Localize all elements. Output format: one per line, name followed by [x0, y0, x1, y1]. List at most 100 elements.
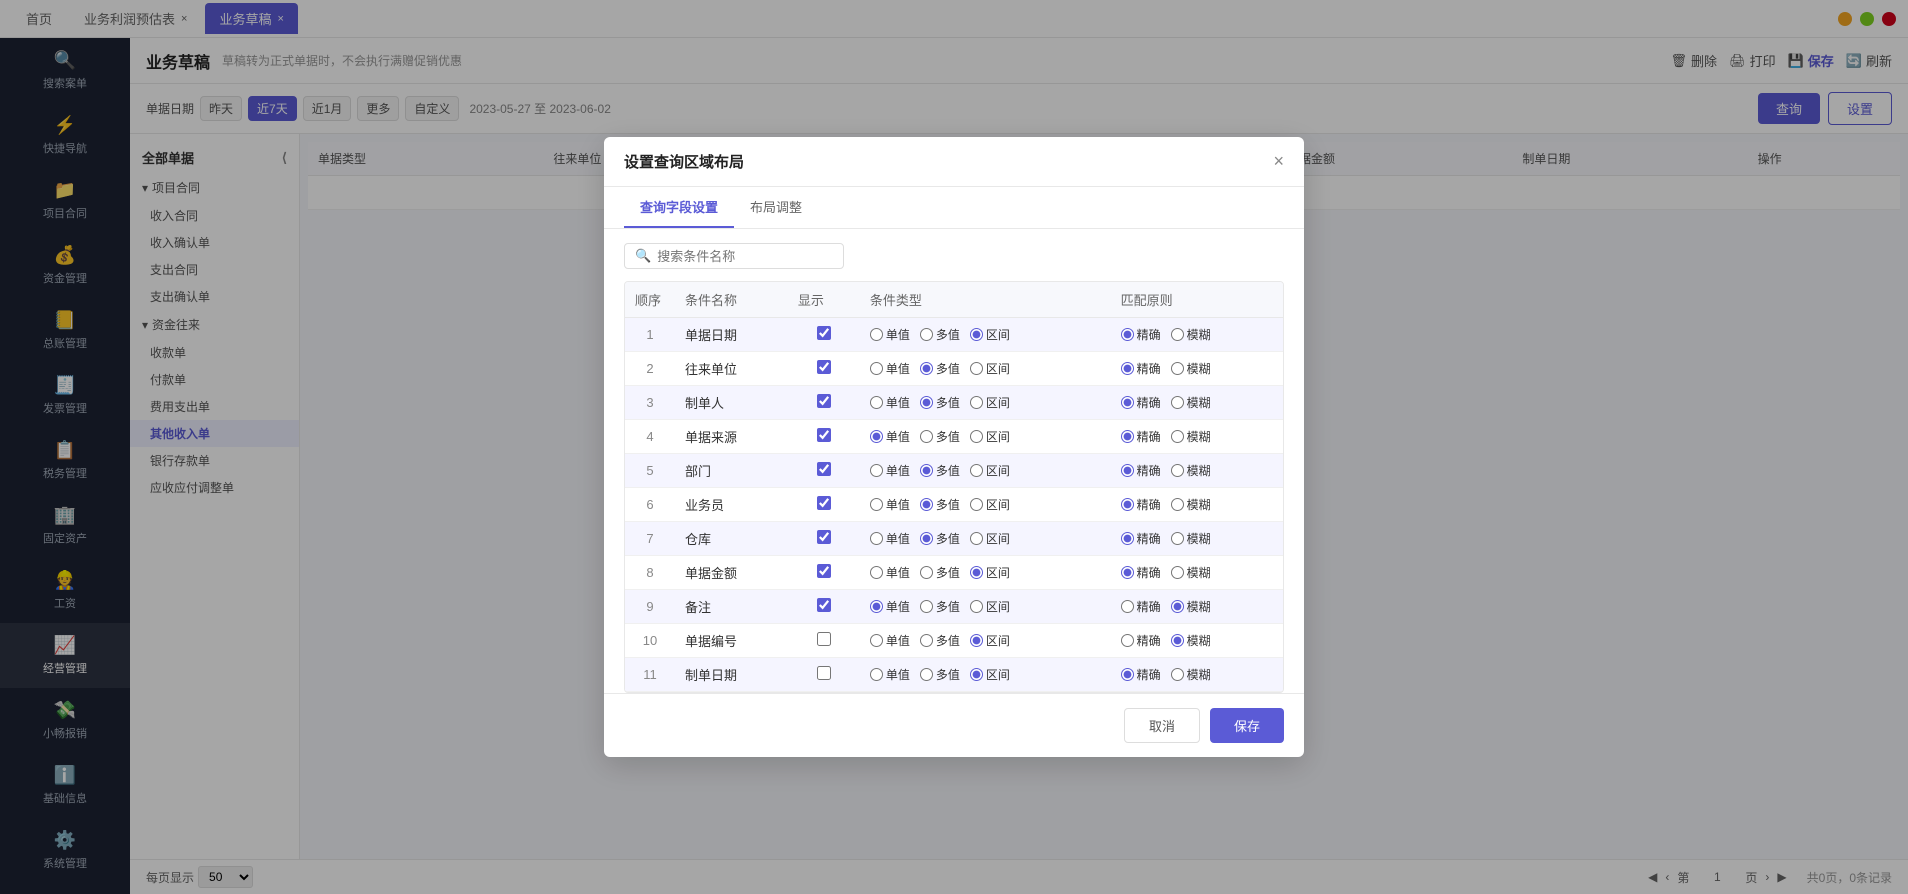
- cond-radio[interactable]: [870, 634, 883, 647]
- cond-radio[interactable]: [920, 396, 933, 409]
- cond-option[interactable]: 多值: [920, 598, 960, 615]
- show-checkbox[interactable]: [817, 496, 831, 510]
- match-option[interactable]: 模糊: [1171, 428, 1211, 445]
- match-option[interactable]: 模糊: [1171, 496, 1211, 513]
- match-option[interactable]: 精确: [1121, 598, 1161, 615]
- match-option[interactable]: 模糊: [1171, 666, 1211, 683]
- cond-radio[interactable]: [970, 396, 983, 409]
- row-cond-type[interactable]: 单值多值区间: [860, 420, 1111, 454]
- show-checkbox[interactable]: [817, 360, 831, 374]
- cond-radio[interactable]: [920, 668, 933, 681]
- match-option[interactable]: 模糊: [1171, 598, 1211, 615]
- cond-option[interactable]: 区间: [970, 360, 1010, 377]
- cond-option[interactable]: 多值: [920, 462, 960, 479]
- cancel-button[interactable]: 取消: [1124, 708, 1200, 743]
- modal-search-input[interactable]: [657, 249, 833, 264]
- show-checkbox[interactable]: [817, 462, 831, 476]
- modal-tab-fields[interactable]: 查询字段设置: [624, 187, 734, 228]
- cond-radio[interactable]: [970, 600, 983, 613]
- cond-option[interactable]: 多值: [920, 360, 960, 377]
- match-radio[interactable]: [1171, 328, 1184, 341]
- cond-radio[interactable]: [970, 566, 983, 579]
- row-match[interactable]: 精确模糊: [1111, 658, 1283, 692]
- match-radio[interactable]: [1171, 498, 1184, 511]
- row-match[interactable]: 精确模糊: [1111, 556, 1283, 590]
- cond-radio[interactable]: [920, 498, 933, 511]
- match-radio[interactable]: [1171, 464, 1184, 477]
- cond-radio[interactable]: [870, 396, 883, 409]
- match-radio[interactable]: [1171, 600, 1184, 613]
- cond-option[interactable]: 单值: [870, 666, 910, 683]
- show-checkbox[interactable]: [817, 564, 831, 578]
- cond-option[interactable]: 区间: [970, 496, 1010, 513]
- cond-option[interactable]: 区间: [970, 666, 1010, 683]
- cond-option[interactable]: 单值: [870, 428, 910, 445]
- cond-radio[interactable]: [870, 498, 883, 511]
- match-radio[interactable]: [1121, 668, 1134, 681]
- row-cond-type[interactable]: 单值多值区间: [860, 318, 1111, 352]
- modal-tab-layout[interactable]: 布局调整: [734, 187, 818, 228]
- cond-option[interactable]: 单值: [870, 530, 910, 547]
- cond-radio[interactable]: [870, 600, 883, 613]
- row-cond-type[interactable]: 单值多值区间: [860, 488, 1111, 522]
- match-option[interactable]: 精确: [1121, 394, 1161, 411]
- row-show[interactable]: [788, 590, 860, 624]
- match-option[interactable]: 精确: [1121, 632, 1161, 649]
- row-cond-type[interactable]: 单值多值区间: [860, 590, 1111, 624]
- row-match[interactable]: 精确模糊: [1111, 488, 1283, 522]
- row-show[interactable]: [788, 386, 860, 420]
- cond-radio[interactable]: [920, 362, 933, 375]
- cond-radio[interactable]: [920, 430, 933, 443]
- match-radio[interactable]: [1121, 464, 1134, 477]
- match-radio[interactable]: [1171, 362, 1184, 375]
- match-option[interactable]: 精确: [1121, 360, 1161, 377]
- row-cond-type[interactable]: 单值多值区间: [860, 658, 1111, 692]
- cond-option[interactable]: 多值: [920, 666, 960, 683]
- show-checkbox[interactable]: [817, 394, 831, 408]
- cond-radio[interactable]: [970, 328, 983, 341]
- cond-radio[interactable]: [920, 464, 933, 477]
- row-show[interactable]: [788, 454, 860, 488]
- cond-option[interactable]: 多值: [920, 530, 960, 547]
- row-match[interactable]: 精确模糊: [1111, 352, 1283, 386]
- cond-radio[interactable]: [970, 498, 983, 511]
- match-radio[interactable]: [1171, 396, 1184, 409]
- cond-radio[interactable]: [970, 634, 983, 647]
- match-option[interactable]: 精确: [1121, 530, 1161, 547]
- cond-radio[interactable]: [970, 532, 983, 545]
- cond-radio[interactable]: [870, 532, 883, 545]
- modal-close-button[interactable]: ×: [1273, 151, 1284, 172]
- cond-radio[interactable]: [970, 668, 983, 681]
- cond-option[interactable]: 多值: [920, 428, 960, 445]
- match-option[interactable]: 精确: [1121, 666, 1161, 683]
- show-checkbox[interactable]: [817, 530, 831, 544]
- match-radio[interactable]: [1121, 600, 1134, 613]
- row-cond-type[interactable]: 单值多值区间: [860, 454, 1111, 488]
- cond-radio[interactable]: [970, 464, 983, 477]
- cond-radio[interactable]: [870, 668, 883, 681]
- match-option[interactable]: 模糊: [1171, 394, 1211, 411]
- match-radio[interactable]: [1121, 328, 1134, 341]
- match-option[interactable]: 模糊: [1171, 360, 1211, 377]
- match-radio[interactable]: [1171, 532, 1184, 545]
- match-option[interactable]: 模糊: [1171, 326, 1211, 343]
- modal-save-button[interactable]: 保存: [1210, 708, 1284, 743]
- match-option[interactable]: 模糊: [1171, 530, 1211, 547]
- row-show[interactable]: [788, 522, 860, 556]
- match-radio[interactable]: [1171, 634, 1184, 647]
- cond-option[interactable]: 区间: [970, 326, 1010, 343]
- show-checkbox[interactable]: [817, 428, 831, 442]
- row-show[interactable]: [788, 420, 860, 454]
- show-checkbox[interactable]: [817, 598, 831, 612]
- match-option[interactable]: 模糊: [1171, 632, 1211, 649]
- cond-option[interactable]: 多值: [920, 632, 960, 649]
- cond-radio[interactable]: [870, 566, 883, 579]
- cond-option[interactable]: 多值: [920, 564, 960, 581]
- row-match[interactable]: 精确模糊: [1111, 420, 1283, 454]
- match-option[interactable]: 模糊: [1171, 564, 1211, 581]
- row-cond-type[interactable]: 单值多值区间: [860, 556, 1111, 590]
- match-radio[interactable]: [1121, 498, 1134, 511]
- row-match[interactable]: 精确模糊: [1111, 454, 1283, 488]
- match-option[interactable]: 模糊: [1171, 462, 1211, 479]
- cond-radio[interactable]: [920, 600, 933, 613]
